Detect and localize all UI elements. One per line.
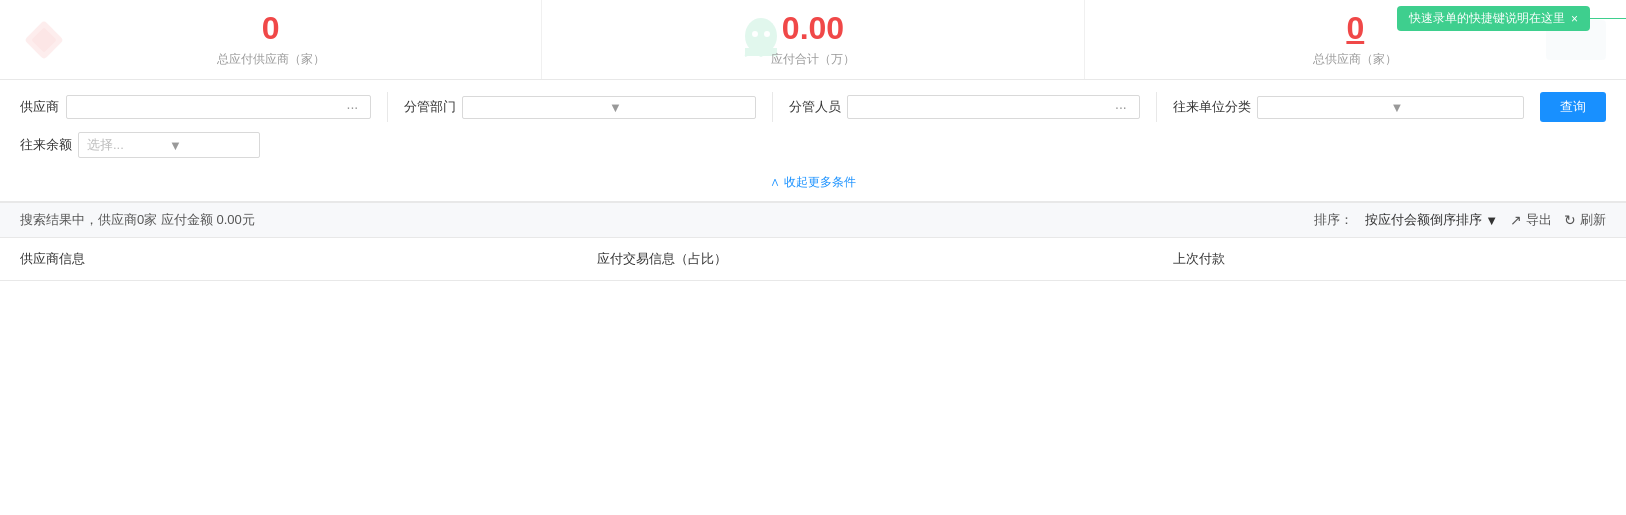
- sort-select[interactable]: 按应付会额倒序排序 ▼: [1365, 211, 1498, 229]
- category-filter: 往来单位分类 ▼: [1173, 96, 1524, 119]
- category-label: 往来单位分类: [1173, 98, 1251, 116]
- sort-chevron: ▼: [1485, 213, 1498, 228]
- table-area: 供应商信息 应付交易信息（占比） 上次付款: [0, 238, 1626, 515]
- balance-label: 往来余额: [20, 136, 72, 154]
- department-filter: 分管部门 ▼: [404, 96, 755, 119]
- supplier-filter: 供应商 ···: [20, 95, 371, 119]
- tooltip-text: 快速录单的快捷键说明在这里: [1409, 10, 1565, 27]
- person-input-box[interactable]: ···: [847, 95, 1140, 119]
- total-suppliers-label: 总供应商（家）: [1313, 51, 1397, 68]
- person-label: 分管人员: [789, 98, 841, 116]
- person-ellipsis[interactable]: ···: [1111, 99, 1131, 115]
- stat-total-suppliers: 快速录单的快捷键说明在这里 × 0 总供应商（家）: [1085, 0, 1626, 79]
- supplier-ellipsis[interactable]: ···: [343, 99, 363, 115]
- diamond-icon: [20, 16, 68, 64]
- payable-total-number: 0.00: [771, 11, 855, 46]
- filter-row-1: 供应商 ··· 分管部门 ▼ 分管人员 ···: [20, 92, 1606, 122]
- filter-area: 供应商 ··· 分管部门 ▼ 分管人员 ···: [0, 80, 1626, 202]
- results-actions: 排序： 按应付会额倒序排序 ▼ ↗ 导出 ↻ 刷新: [1314, 211, 1606, 229]
- payable-suppliers-number: 0: [217, 11, 325, 46]
- balance-chevron: ▼: [169, 138, 251, 153]
- query-button[interactable]: 查询: [1540, 92, 1606, 122]
- svg-point-5: [764, 31, 770, 37]
- person-input[interactable]: [856, 100, 1112, 115]
- department-chevron: ▼: [609, 100, 747, 115]
- svg-point-4: [752, 31, 758, 37]
- person-filter: 分管人员 ···: [789, 95, 1140, 119]
- payable-suppliers-label: 总应付供应商（家）: [217, 51, 325, 68]
- supplier-label: 供应商: [20, 98, 60, 116]
- tooltip-line: [1590, 18, 1626, 19]
- export-icon: ↗: [1510, 212, 1522, 228]
- supplier-input-box[interactable]: ···: [66, 95, 371, 119]
- sep-2: [772, 92, 773, 122]
- collapse-button[interactable]: ∧ 收起更多条件: [770, 174, 855, 191]
- department-select[interactable]: ▼: [462, 96, 755, 119]
- export-button[interactable]: ↗ 导出: [1510, 211, 1552, 229]
- tooltip-bar: 快速录单的快捷键说明在这里 ×: [1397, 6, 1590, 31]
- tooltip-close-button[interactable]: ×: [1571, 12, 1578, 26]
- table-header: 供应商信息 应付交易信息（占比） 上次付款: [0, 238, 1626, 281]
- results-info: 搜索结果中，供应商0家 应付金额 0.00元: [20, 211, 255, 229]
- sep-3: [1156, 92, 1157, 122]
- tooltip-container: 快速录单的快捷键说明在这里 ×: [1397, 6, 1626, 31]
- balance-select[interactable]: 选择... ▼: [78, 132, 260, 158]
- col-lastpay-header: 上次付款: [1173, 250, 1606, 268]
- col-transaction-header: 应付交易信息（占比）: [597, 250, 1174, 268]
- category-select[interactable]: ▼: [1257, 96, 1524, 119]
- table-body: [0, 281, 1626, 515]
- total-suppliers-number: 0: [1313, 11, 1397, 46]
- sort-option: 按应付会额倒序排序: [1365, 211, 1482, 229]
- refresh-icon: ↻: [1564, 212, 1576, 228]
- stat-payable-total: 0.00 应付合计（万）: [542, 0, 1084, 79]
- department-label: 分管部门: [404, 98, 456, 116]
- col-supplier-header: 供应商信息: [20, 250, 597, 268]
- filter-row-2: 往来余额 选择... ▼: [20, 132, 1606, 158]
- payable-total-label: 应付合计（万）: [771, 51, 855, 68]
- results-bar: 搜索结果中，供应商0家 应付金额 0.00元 排序： 按应付会额倒序排序 ▼ ↗…: [0, 202, 1626, 238]
- stats-bar: 0 总应付供应商（家） 0.00 应付合计（万） 快速录单的快捷键说明在这里 ×: [0, 0, 1626, 80]
- supplier-input[interactable]: [75, 100, 343, 115]
- refresh-button[interactable]: ↻ 刷新: [1564, 211, 1606, 229]
- sep-1: [387, 92, 388, 122]
- export-label: 导出: [1526, 211, 1552, 229]
- collapse-bar: ∧ 收起更多条件: [20, 168, 1606, 201]
- balance-filter: 往来余额 选择... ▼: [20, 132, 260, 158]
- sort-label: 排序：: [1314, 211, 1353, 229]
- refresh-label: 刷新: [1580, 211, 1606, 229]
- stat-total-payable: 0 总应付供应商（家）: [0, 0, 542, 79]
- balance-placeholder: 选择...: [87, 136, 169, 154]
- category-chevron: ▼: [1390, 100, 1515, 115]
